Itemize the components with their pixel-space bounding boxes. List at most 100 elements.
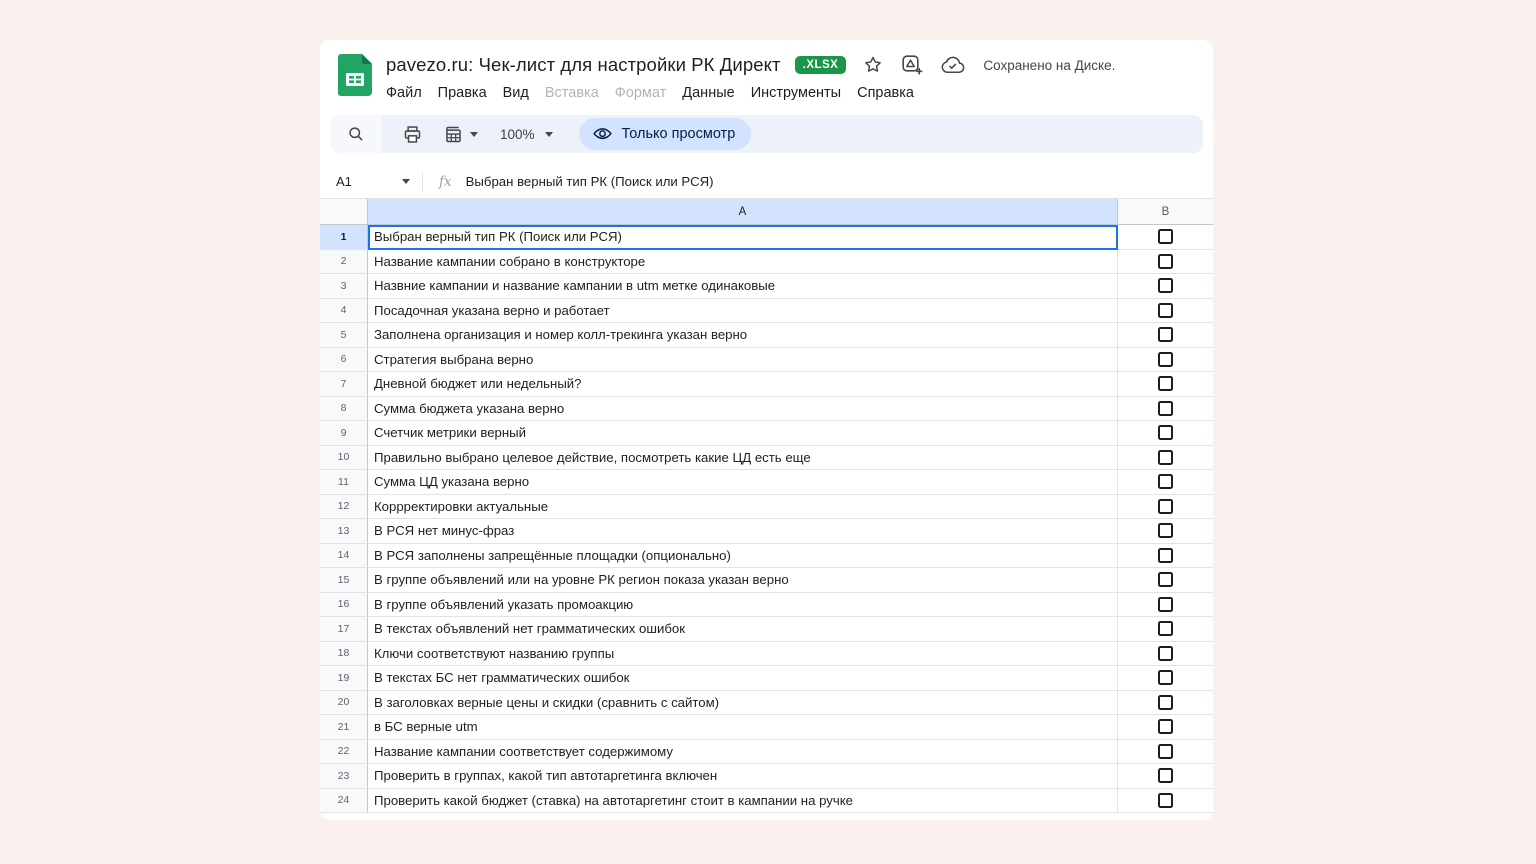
search-button[interactable]	[330, 115, 382, 153]
cell-a16[interactable]: В группе объявлений указать промоакцию	[368, 593, 1118, 618]
row-header-12[interactable]: 12	[320, 495, 368, 520]
checkbox[interactable]	[1158, 229, 1173, 244]
row-header-2[interactable]: 2	[320, 250, 368, 275]
row-header-10[interactable]: 10	[320, 446, 368, 471]
checkbox[interactable]	[1158, 695, 1173, 710]
cell-a10[interactable]: Правильно выбрано целевое действие, посм…	[368, 446, 1118, 471]
row-header-16[interactable]: 16	[320, 593, 368, 618]
cell-a4[interactable]: Посадочная указана верно и работает	[368, 299, 1118, 324]
cell-b7[interactable]	[1118, 372, 1213, 397]
row-header-1[interactable]: 1	[320, 225, 368, 250]
menu-item-7[interactable]: Инструменты	[743, 83, 849, 103]
cell-a14[interactable]: В РСЯ заполнены запрещённые площадки (оп…	[368, 544, 1118, 569]
cell-a21[interactable]: в БС верные utm	[368, 715, 1118, 740]
row-header-9[interactable]: 9	[320, 421, 368, 446]
zoom-selector[interactable]: 100%	[500, 127, 553, 142]
cell-b9[interactable]	[1118, 421, 1213, 446]
row-header-17[interactable]: 17	[320, 617, 368, 642]
checkbox[interactable]	[1158, 425, 1173, 440]
cell-a2[interactable]: Название кампании собрано в конструкторе	[368, 250, 1118, 275]
row-header-19[interactable]: 19	[320, 666, 368, 691]
cell-a8[interactable]: Сумма бюджета указана верно	[368, 397, 1118, 422]
checkbox[interactable]	[1158, 254, 1173, 269]
checkbox[interactable]	[1158, 646, 1173, 661]
menu-item-2[interactable]: Правка	[430, 83, 495, 103]
star-icon[interactable]	[862, 54, 884, 76]
checkbox[interactable]	[1158, 474, 1173, 489]
column-header-a[interactable]: A	[368, 199, 1118, 225]
row-header-13[interactable]: 13	[320, 519, 368, 544]
cell-a24[interactable]: Проверить какой бюджет (ставка) на автот…	[368, 789, 1118, 814]
cell-b17[interactable]	[1118, 617, 1213, 642]
add-shortcut-icon[interactable]	[900, 53, 924, 77]
checkbox[interactable]	[1158, 597, 1173, 612]
checkbox[interactable]	[1158, 719, 1173, 734]
cell-a22[interactable]: Название кампании соответствует содержим…	[368, 740, 1118, 765]
cell-a7[interactable]: Дневной бюджет или недельный?	[368, 372, 1118, 397]
row-header-5[interactable]: 5	[320, 323, 368, 348]
row-header-14[interactable]: 14	[320, 544, 368, 569]
sheets-logo-icon[interactable]	[338, 54, 372, 96]
print-button[interactable]	[402, 124, 423, 145]
row-header-11[interactable]: 11	[320, 470, 368, 495]
checkbox[interactable]	[1158, 621, 1173, 636]
cell-b4[interactable]	[1118, 299, 1213, 324]
row-header-7[interactable]: 7	[320, 372, 368, 397]
select-all-corner[interactable]	[320, 199, 368, 225]
row-header-24[interactable]: 24	[320, 789, 368, 814]
cell-a23[interactable]: Проверить в группах, какой тип автотарге…	[368, 764, 1118, 789]
row-header-23[interactable]: 23	[320, 764, 368, 789]
cell-b16[interactable]	[1118, 593, 1213, 618]
name-box[interactable]: A1	[320, 174, 422, 189]
checkbox[interactable]	[1158, 352, 1173, 367]
row-header-20[interactable]: 20	[320, 691, 368, 716]
row-header-3[interactable]: 3	[320, 274, 368, 299]
cell-b24[interactable]	[1118, 789, 1213, 814]
row-header-18[interactable]: 18	[320, 642, 368, 667]
menu-item-6[interactable]: Данные	[674, 83, 742, 103]
cell-b11[interactable]	[1118, 470, 1213, 495]
cell-b21[interactable]	[1118, 715, 1213, 740]
cell-b5[interactable]	[1118, 323, 1213, 348]
cell-b6[interactable]	[1118, 348, 1213, 373]
cell-b2[interactable]	[1118, 250, 1213, 275]
document-title[interactable]: pavezo.ru: Чек-лист для настройки РК Дир…	[386, 54, 781, 76]
cell-b1[interactable]	[1118, 225, 1213, 250]
cell-a5[interactable]: Заполнена организация и номер колл-треки…	[368, 323, 1118, 348]
checkbox[interactable]	[1158, 303, 1173, 318]
cell-a1[interactable]: Выбран верный тип РК (Поиск или РСЯ)	[368, 225, 1118, 250]
cell-b18[interactable]	[1118, 642, 1213, 667]
cell-a3[interactable]: Назвние кампании и название кампании в u…	[368, 274, 1118, 299]
cell-b22[interactable]	[1118, 740, 1213, 765]
view-only-mode-button[interactable]: Только просмотр	[579, 118, 752, 150]
cell-b19[interactable]	[1118, 666, 1213, 691]
menu-item-3[interactable]: Вид	[495, 83, 537, 103]
cell-a11[interactable]: Сумма ЦД указана верно	[368, 470, 1118, 495]
checkbox[interactable]	[1158, 376, 1173, 391]
cell-b12[interactable]	[1118, 495, 1213, 520]
checkbox[interactable]	[1158, 744, 1173, 759]
menu-item-1[interactable]: Файл	[378, 83, 430, 103]
checkbox[interactable]	[1158, 548, 1173, 563]
row-header-4[interactable]: 4	[320, 299, 368, 324]
row-header-8[interactable]: 8	[320, 397, 368, 422]
cell-b20[interactable]	[1118, 691, 1213, 716]
formula-input[interactable]: Выбран верный тип РК (Поиск или РСЯ)	[466, 174, 714, 189]
cell-a19[interactable]: В текстах БС нет грамматических ошибок	[368, 666, 1118, 691]
checkbox[interactable]	[1158, 523, 1173, 538]
cell-a12[interactable]: Коррректировки актуальные	[368, 495, 1118, 520]
row-header-22[interactable]: 22	[320, 740, 368, 765]
checkbox[interactable]	[1158, 450, 1173, 465]
table-format-button[interactable]	[443, 124, 478, 145]
cell-a13[interactable]: В РСЯ нет минус-фраз	[368, 519, 1118, 544]
checkbox[interactable]	[1158, 768, 1173, 783]
row-header-21[interactable]: 21	[320, 715, 368, 740]
cell-a6[interactable]: Стратегия выбрана верно	[368, 348, 1118, 373]
menu-item-8[interactable]: Справка	[849, 83, 922, 103]
cell-b23[interactable]	[1118, 764, 1213, 789]
cell-b8[interactable]	[1118, 397, 1213, 422]
column-header-b[interactable]: B	[1118, 199, 1213, 225]
row-header-15[interactable]: 15	[320, 568, 368, 593]
cell-a17[interactable]: В текстах объявлений нет грамматических …	[368, 617, 1118, 642]
checkbox[interactable]	[1158, 572, 1173, 587]
